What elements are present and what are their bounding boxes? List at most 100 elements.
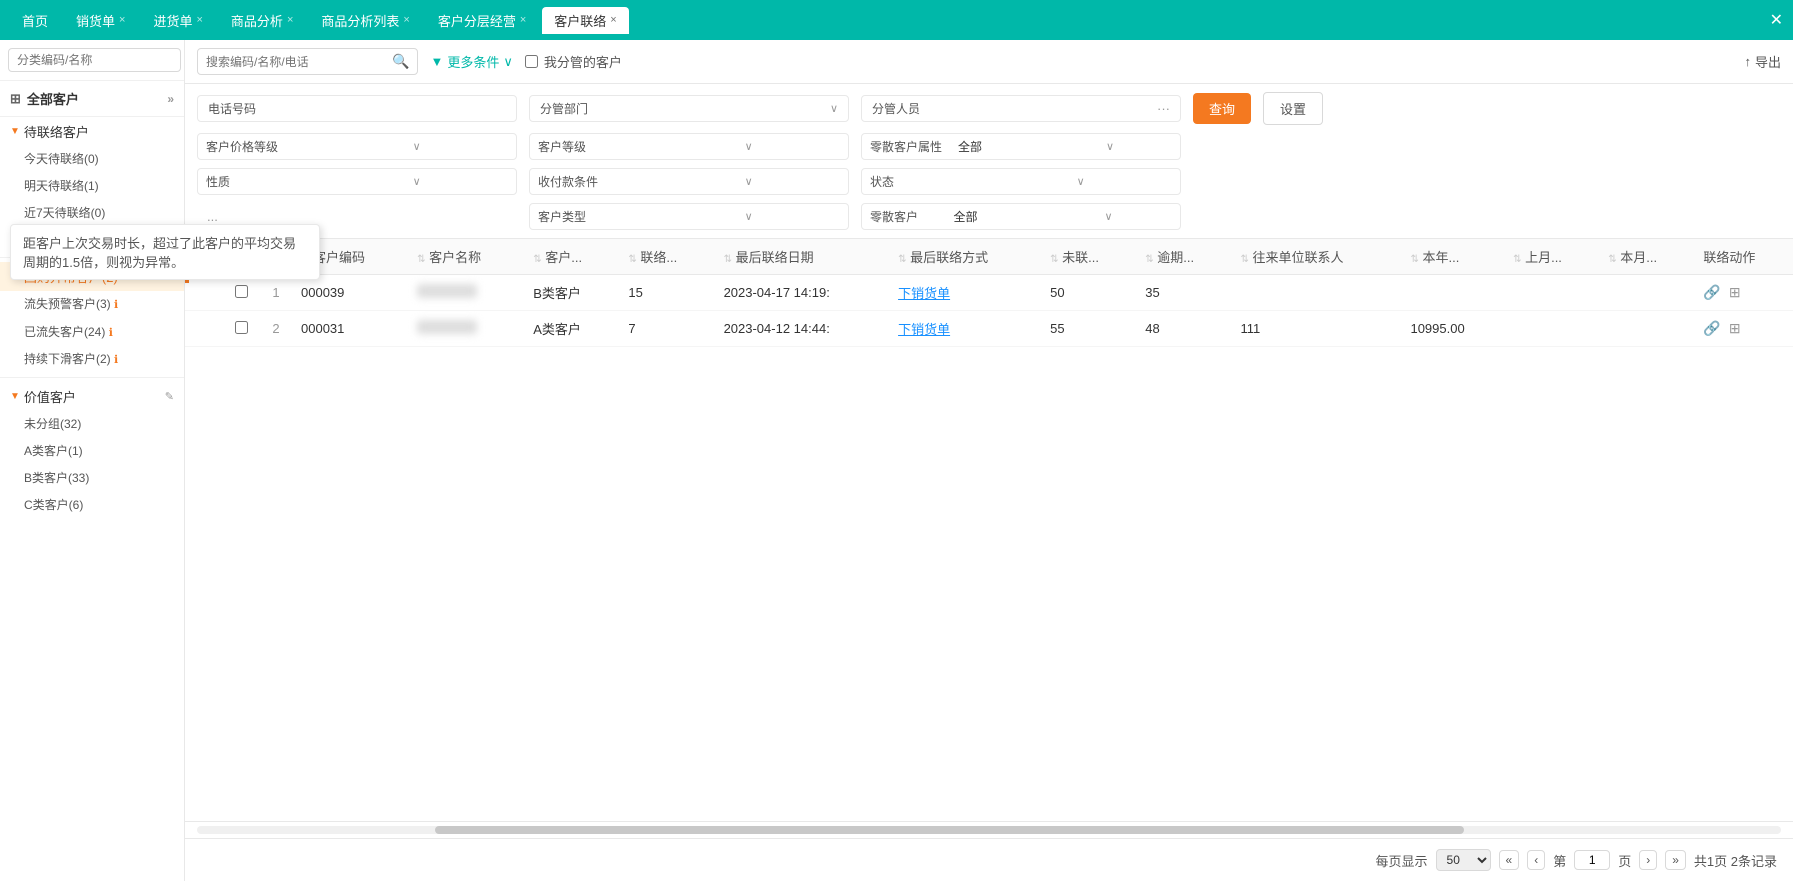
customer-level-dropdown-icon[interactable]: ∨ — [745, 140, 840, 153]
person-ellipsis[interactable]: ··· — [1157, 101, 1170, 116]
first-page-btn[interactable]: « — [1499, 850, 1520, 870]
horizontal-scrollbar[interactable] — [185, 821, 1793, 838]
row2-link-icon[interactable]: 🔗 — [1703, 320, 1720, 337]
per-page-select[interactable]: 50 100 200 — [1436, 849, 1491, 871]
close-analysis-list-icon[interactable]: × — [403, 14, 409, 26]
last-page-btn[interactable]: » — [1665, 850, 1686, 870]
row2-grid-icon[interactable]: ⊞ — [1729, 320, 1741, 337]
retail-customer-dropdown-icon[interactable]: ∨ — [1105, 210, 1173, 223]
sidebar-item-tomorrow[interactable]: 明天待联络(1) — [0, 173, 184, 200]
col-customer-type: ⇅ 客户... — [523, 239, 618, 275]
query-button[interactable]: 查询 — [1193, 93, 1251, 124]
settings-button[interactable]: 设置 — [1263, 92, 1323, 125]
sidebar-item-unclassified[interactable]: 未分组(32) — [0, 411, 184, 438]
nav-item-customer-contact[interactable]: 客户联络 × — [542, 7, 628, 34]
close-purchase-icon[interactable]: × — [196, 14, 202, 26]
row2-this-year: 10995.00 — [1400, 311, 1503, 347]
customer-type-filter[interactable]: 客户类型 ∨ — [529, 203, 849, 230]
row1-ctype: B类客户 — [523, 275, 618, 311]
sort-icon-name: ⇅ — [417, 254, 425, 265]
row1-grid-icon[interactable]: ⊞ — [1729, 284, 1741, 301]
row1-overdue: 35 — [1135, 275, 1230, 311]
prev-page-btn[interactable]: ‹ — [1527, 850, 1545, 870]
more-filter-btn[interactable]: ▼ 更多条件 ∨ — [430, 52, 512, 71]
sidebar-item-class-c[interactable]: C类客户(6) — [0, 492, 184, 519]
retail-attr-filter[interactable]: 零散客户属性 全部 ∨ — [861, 133, 1181, 160]
close-customer-tier-icon[interactable]: × — [520, 14, 526, 26]
price-level-dropdown-icon[interactable]: ∨ — [413, 140, 508, 153]
gender-filter[interactable]: 性质 ∨ — [197, 168, 517, 195]
row1-select[interactable] — [235, 285, 248, 298]
nav-item-analysis-list[interactable]: 商品分析列表 × — [309, 7, 421, 34]
price-level-filter[interactable]: 客户价格等级 ∨ — [197, 133, 517, 160]
collapse-sidebar-icon[interactable]: » — [167, 92, 174, 106]
nav-item-customer-tier[interactable]: 客户分层经营 × — [426, 7, 538, 34]
nav-item-analysis[interactable]: 商品分析 × — [219, 7, 305, 34]
search-input[interactable] — [206, 55, 386, 69]
sort-icon-tm: ⇅ — [1608, 254, 1616, 265]
sidebar: 🔍 ⊞ 全部客户 » ▼ 待联络客户 今天待联络(0) 明天待联络(1) 近7天… — [0, 40, 185, 881]
row2-action-icons: 🔗 ⊞ — [1703, 320, 1783, 337]
customer-type-dropdown-icon[interactable]: ∨ — [745, 210, 840, 223]
sidebar-group-pending[interactable]: ▼ 待联络客户 — [0, 117, 184, 146]
sidebar-item-lost[interactable]: 已流失客户(24) ℹ — [0, 319, 184, 346]
retail-attr-label: 零散客户属性 — [870, 138, 942, 155]
sidebar-divider2 — [0, 377, 184, 378]
close-customer-contact-icon[interactable]: × — [610, 14, 616, 26]
payment-dropdown-icon[interactable]: ∨ — [745, 175, 840, 188]
row1-actions: 🔗 ⊞ — [1693, 275, 1793, 311]
row2-select[interactable] — [235, 321, 248, 334]
my-customers-checkbox[interactable]: 我分管的客户 — [525, 52, 622, 71]
customer-level-filter[interactable]: 客户等级 ∨ — [529, 133, 849, 160]
row1-unlisted: 50 — [1040, 275, 1135, 311]
row2-method-link[interactable]: 下销货单 — [898, 322, 950, 337]
sidebar-item-7days[interactable]: 近7天待联络(0) — [0, 200, 184, 227]
filter-row-1: 电话号码 分管部门 ∨ 分管人员 ··· 查询 设置 — [197, 92, 1781, 125]
close-analysis-icon[interactable]: × — [287, 14, 293, 26]
next-page-btn[interactable]: › — [1639, 850, 1657, 870]
page-input[interactable] — [1574, 850, 1610, 870]
customer-level-label: 客户等级 — [538, 138, 633, 155]
nav-item-purchase[interactable]: 进货单 × — [141, 7, 214, 34]
col-last-method: ⇅ 最后联络方式 — [888, 239, 1040, 275]
retail-customer-filter[interactable]: 零散客户 全部 ∨ — [861, 203, 1181, 230]
sidebar-group-value[interactable]: ▼ 价值客户 ✎ — [0, 382, 184, 411]
status-label: 状态 — [870, 173, 965, 190]
col-last-date: ⇅ 最后联络日期 — [714, 239, 889, 275]
sidebar-item-loss-warning[interactable]: 流失预警客户(3) ℹ — [0, 291, 184, 318]
dept-dropdown-icon[interactable]: ∨ — [830, 102, 838, 115]
gender-dropdown-icon[interactable]: ∨ — [413, 175, 508, 188]
sidebar-item-class-b[interactable]: B类客户(33) — [0, 465, 184, 492]
nav-item-home[interactable]: 首页 — [10, 7, 60, 34]
payment-filter[interactable]: 收付款条件 ∨ — [529, 168, 849, 195]
table-row: 1 000039 B类客户 15 2023-04-17 14:19: 下销货单 … — [185, 275, 1793, 311]
row1-last-date: 2023-04-17 14:19: — [714, 275, 889, 311]
row1-link-icon[interactable]: 🔗 — [1703, 284, 1720, 301]
sidebar-search-input[interactable] — [8, 48, 181, 72]
search-icon[interactable]: 🔍 — [392, 53, 409, 70]
row1-last-method: 下销货单 — [888, 275, 1040, 311]
col-this-month: ⇅ 本月... — [1598, 239, 1693, 275]
row2-code: 000031 — [291, 311, 407, 347]
close-all-tabs-icon[interactable]: ✕ — [1770, 10, 1783, 30]
payment-label: 收付款条件 — [538, 173, 633, 190]
close-sales-icon[interactable]: × — [119, 14, 125, 26]
my-customers-check[interactable] — [525, 55, 538, 68]
sidebar-repurchase-items: 流失预警客户(3) ℹ 已流失客户(24) ℹ 持续下滑客户(2) ℹ — [0, 291, 184, 373]
status-dropdown-icon[interactable]: ∨ — [1077, 175, 1172, 188]
row1-method-link[interactable]: 下销货单 — [898, 286, 950, 301]
sidebar-item-declining[interactable]: 持续下滑客户(2) ℹ — [0, 346, 184, 373]
filter-toolbar: 🔍 ▼ 更多条件 ∨ 我分管的客户 ↑ 导出 — [185, 40, 1793, 84]
sidebar-item-today[interactable]: 今天待联络(0) — [0, 146, 184, 173]
nav-item-sales[interactable]: 销货单 × — [64, 7, 137, 34]
retail-customer-label: 零散客户 — [870, 208, 938, 225]
dept-filter: 分管部门 ∨ — [529, 95, 849, 122]
retail-attr-dropdown-icon[interactable]: ∨ — [1106, 140, 1172, 153]
sidebar-item-class-a[interactable]: A类客户(1) — [0, 438, 184, 465]
status-filter[interactable]: 状态 ∨ — [861, 168, 1181, 195]
top-nav: 首页 销货单 × 进货单 × 商品分析 × 商品分析列表 × 客户分层经营 × … — [0, 0, 1793, 40]
row2-last-method: 下销货单 — [888, 311, 1040, 347]
scroll-thumb[interactable] — [435, 826, 1465, 834]
export-btn[interactable]: ↑ 导出 — [1744, 52, 1781, 71]
edit-icon[interactable]: ✎ — [165, 390, 174, 403]
